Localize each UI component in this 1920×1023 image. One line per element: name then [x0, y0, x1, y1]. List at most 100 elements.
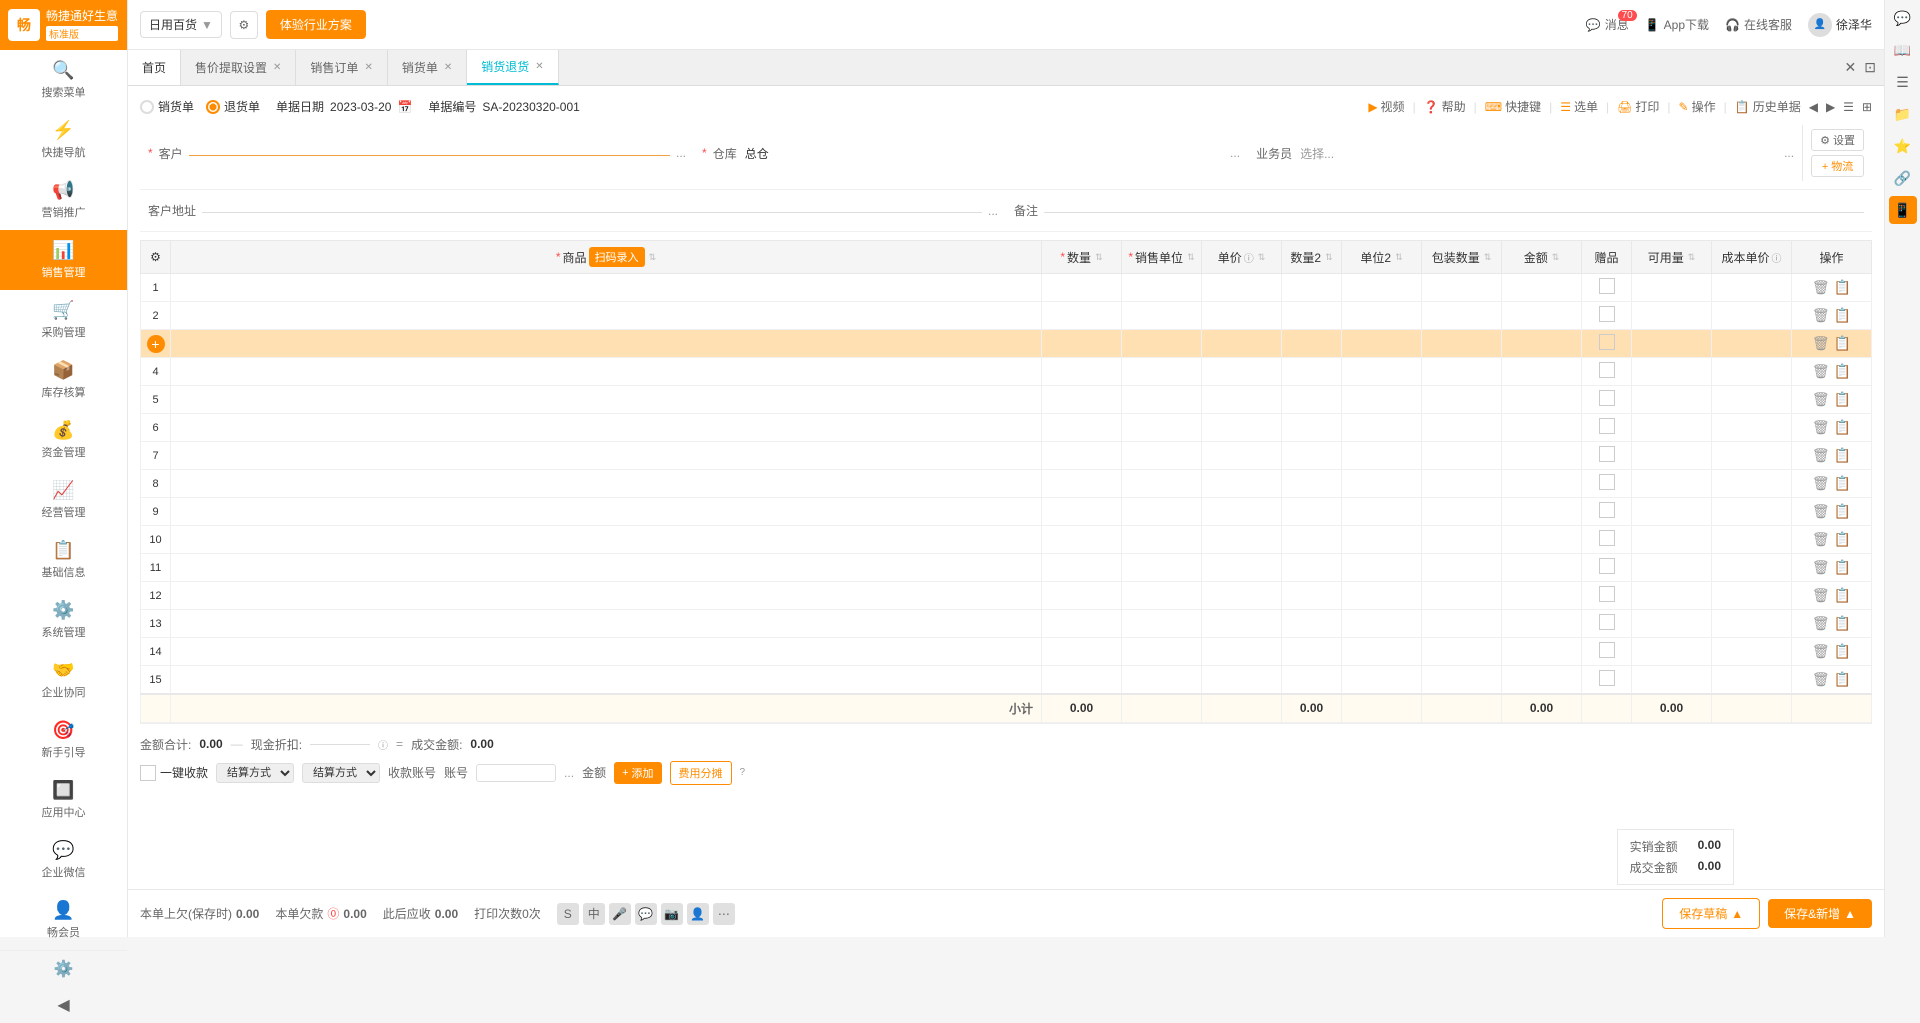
row7-qty2[interactable] — [1282, 442, 1342, 470]
print-btn[interactable]: 🖨 打印 — [1617, 98, 1659, 115]
row11-qty2[interactable] — [1282, 554, 1342, 582]
warehouse-dots[interactable]: ... — [1230, 146, 1240, 160]
row2-cost[interactable] — [1712, 302, 1792, 330]
icon-more[interactable]: ⋯ — [713, 903, 735, 925]
row14-pack[interactable] — [1422, 638, 1502, 666]
row10-copy[interactable]: 📋 — [1834, 531, 1851, 548]
row1-delete-icon[interactable]: 🗑 — [1812, 279, 1830, 296]
row2-qty2[interactable] — [1282, 302, 1342, 330]
row8-unit[interactable] — [1122, 470, 1202, 498]
row14-amount[interactable] — [1502, 638, 1582, 666]
row1-product[interactable] — [171, 274, 1042, 302]
row15-unit2[interactable] — [1342, 666, 1422, 695]
row4-qty[interactable] — [1042, 358, 1122, 386]
row13-product[interactable] — [171, 610, 1042, 638]
row13-amount[interactable] — [1502, 610, 1582, 638]
row14-unit2[interactable] — [1342, 638, 1422, 666]
row1-qty2[interactable] — [1282, 274, 1342, 302]
row3-qty[interactable] — [1042, 330, 1122, 358]
row8-price[interactable] — [1202, 470, 1282, 498]
row2-unit2[interactable] — [1342, 302, 1422, 330]
row11-unit[interactable] — [1122, 554, 1202, 582]
sidebar-bottom-collapse[interactable]: ◀ — [0, 987, 127, 1023]
icon-camera[interactable]: 📷 — [661, 903, 683, 925]
row2-avail[interactable] — [1632, 302, 1712, 330]
row9-pack[interactable] — [1422, 498, 1502, 526]
row1-price[interactable] — [1202, 274, 1282, 302]
row8-avail[interactable] — [1632, 470, 1712, 498]
tab-sale-order[interactable]: 销售订单 ✕ — [296, 50, 387, 85]
summary-select[interactable]: 结算方式 — [302, 763, 380, 783]
tab-sale-return[interactable]: 销货退货 ✕ — [467, 50, 558, 85]
row7-unit2[interactable] — [1342, 442, 1422, 470]
sidebar-item-member[interactable]: 👤 畅会员 — [0, 890, 127, 950]
cost-info-icon[interactable]: ⓘ — [1772, 250, 1782, 265]
row11-unit2[interactable] — [1342, 554, 1422, 582]
staff-input[interactable]: 选择... — [1298, 143, 1778, 164]
row12-pack[interactable] — [1422, 582, 1502, 610]
row6-qty2[interactable] — [1282, 414, 1342, 442]
row14-cost[interactable] — [1712, 638, 1792, 666]
row3-copy-icon[interactable]: 📋 — [1834, 335, 1851, 352]
icon-zh[interactable]: 中 — [583, 903, 605, 925]
icon-person[interactable]: 👤 — [687, 903, 709, 925]
address-dots[interactable]: ... — [988, 204, 998, 218]
row11-gift-check[interactable] — [1599, 558, 1615, 574]
sidebar-item-enterprise[interactable]: 🤝 企业协同 — [0, 650, 127, 710]
row2-price[interactable] — [1202, 302, 1282, 330]
row6-copy[interactable]: 📋 — [1834, 419, 1851, 436]
save-draft-btn[interactable]: 保存草稿 ▲ — [1662, 898, 1760, 929]
discount-info-icon[interactable]: ⓘ — [378, 737, 388, 752]
row13-qty2[interactable] — [1282, 610, 1342, 638]
right-panel-star[interactable]: ⭐ — [1889, 132, 1917, 160]
row14-gift-check[interactable] — [1599, 642, 1615, 658]
row13-pack[interactable] — [1422, 610, 1502, 638]
row3-gift[interactable] — [1582, 330, 1632, 358]
next-btn[interactable]: ▶ — [1826, 100, 1835, 114]
row2-product[interactable] — [171, 302, 1042, 330]
customer-input[interactable] — [189, 151, 670, 156]
tab-sale-out-close[interactable]: ✕ — [444, 62, 452, 73]
settings-form-btn[interactable]: ⚙ 设置 — [1811, 129, 1864, 151]
row8-gift-check[interactable] — [1599, 474, 1615, 490]
row5-qty2[interactable] — [1282, 386, 1342, 414]
right-panel-folder[interactable]: 📁 — [1889, 100, 1917, 128]
row9-cost[interactable] — [1712, 498, 1792, 526]
row9-gift[interactable] — [1582, 498, 1632, 526]
save-new-btn[interactable]: 保存&新增 ▲ — [1768, 899, 1872, 928]
row15-unit[interactable] — [1122, 666, 1202, 695]
row11-pack[interactable] — [1422, 554, 1502, 582]
row5-price[interactable] — [1202, 386, 1282, 414]
row8-copy[interactable]: 📋 — [1834, 475, 1851, 492]
row13-gift-check[interactable] — [1599, 614, 1615, 630]
row12-qty2[interactable] — [1282, 582, 1342, 610]
split-info-icon[interactable]: ? — [740, 767, 746, 778]
row4-gift-check[interactable] — [1599, 362, 1615, 378]
sidebar-item-purchase[interactable]: 🛒 采购管理 — [0, 290, 127, 350]
row8-del[interactable]: 🗑 — [1812, 475, 1830, 492]
row13-avail[interactable] — [1632, 610, 1712, 638]
row10-amount[interactable] — [1502, 526, 1582, 554]
sidebar-item-apps[interactable]: 🔲 应用中心 — [0, 770, 127, 830]
shortcut-btn[interactable]: ⌨ 快捷键 — [1485, 98, 1541, 115]
row5-pack[interactable] — [1422, 386, 1502, 414]
video-btn[interactable]: ▶ 视频 — [1368, 98, 1404, 115]
row10-cost[interactable] — [1712, 526, 1792, 554]
row15-cost[interactable] — [1712, 666, 1792, 695]
row1-cost[interactable] — [1712, 274, 1792, 302]
calc-method-select[interactable]: 结算方式 — [216, 763, 294, 783]
row14-qty[interactable] — [1042, 638, 1122, 666]
row12-price[interactable] — [1202, 582, 1282, 610]
row2-gift[interactable] — [1582, 302, 1632, 330]
row7-price[interactable] — [1202, 442, 1282, 470]
row9-qty[interactable] — [1042, 498, 1122, 526]
radio-sale[interactable]: 销货单 — [140, 98, 194, 115]
row10-unit[interactable] — [1122, 526, 1202, 554]
maximize-btn[interactable]: ⊡ — [1864, 59, 1876, 76]
row9-del[interactable]: 🗑 — [1812, 503, 1830, 520]
row7-del[interactable]: 🗑 — [1812, 447, 1830, 464]
row3-delete-icon[interactable]: 🗑 — [1812, 335, 1830, 352]
row9-gift-check[interactable] — [1599, 502, 1615, 518]
tab-sale-order-close[interactable]: ✕ — [364, 62, 372, 73]
row8-unit2[interactable] — [1342, 470, 1422, 498]
